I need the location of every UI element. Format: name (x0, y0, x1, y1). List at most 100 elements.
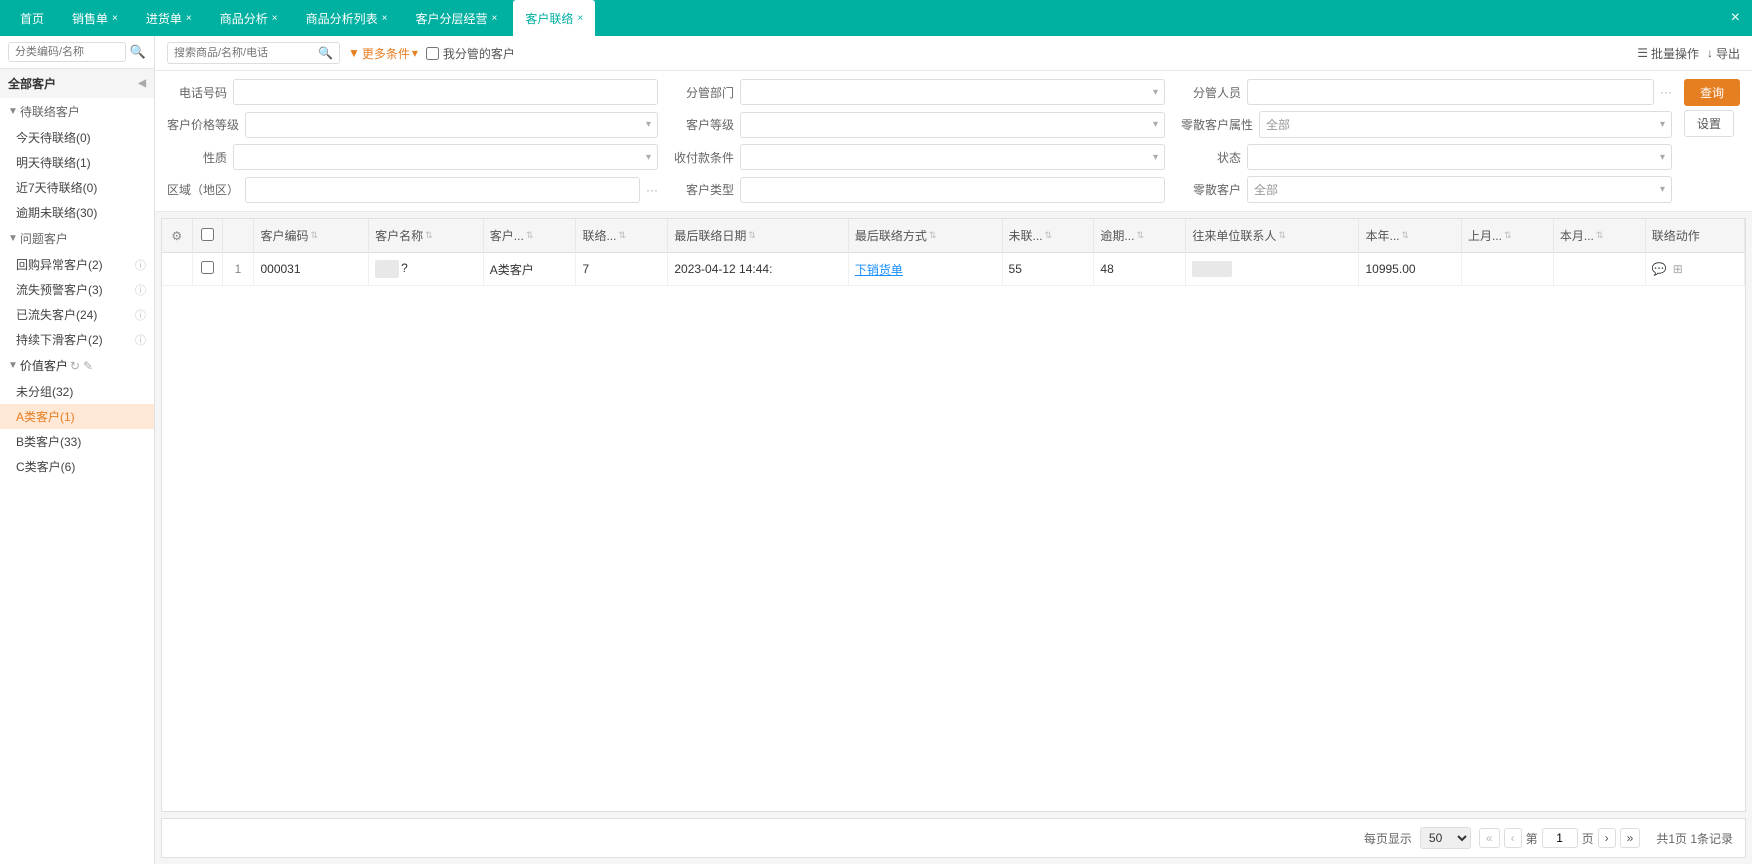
th-last-method[interactable]: 最后联络方式⇅ (848, 219, 1002, 253)
th-gear[interactable]: ⚙ (162, 219, 192, 253)
sidebar-item-declining[interactable]: 持续下滑客户(2) ⓘ (0, 327, 154, 352)
close-customer-contact-tab[interactable]: × (577, 13, 583, 24)
close-product-analysis-tab[interactable]: × (272, 13, 278, 24)
select-all-checkbox[interactable] (201, 228, 214, 241)
batch-op-button[interactable]: ☰ 批量操作 (1637, 45, 1699, 62)
pending-contact-group[interactable]: ▼ 待联络客户 (0, 98, 154, 125)
sort-icon: ⇅ (526, 230, 534, 241)
close-product-list-tab[interactable]: × (382, 13, 388, 24)
sidebar-item-c-class[interactable]: C类客户(6) (0, 454, 154, 479)
th-type[interactable]: 客户...⇅ (483, 219, 576, 253)
page-size-select[interactable]: 50 100 200 (1420, 827, 1471, 849)
nav-customer-contact[interactable]: 客户联络 × (513, 0, 595, 36)
filter-search-icon[interactable]: 🔍 (318, 46, 333, 60)
region-input[interactable] (245, 177, 640, 203)
setting-button[interactable]: 设置 (1684, 110, 1734, 137)
sidebar-item-a-class[interactable]: A类客户(1) (0, 404, 154, 429)
sort-icon: ⇅ (1504, 230, 1512, 241)
th-last-date[interactable]: 最后联络日期⇅ (668, 219, 849, 253)
status-select[interactable]: ▾ (1247, 144, 1672, 170)
filter-region: 区域（地区） ··· (167, 177, 658, 203)
more-conditions-btn[interactable]: ▼ 更多条件 ▾ (348, 45, 418, 62)
th-overdue[interactable]: 逾期...⇅ (1094, 219, 1186, 253)
customer-level-select[interactable]: ▾ (740, 112, 1165, 138)
customer-table: ⚙ 客户编码⇅ 客户名称⇅ 客户...⇅ 联络...⇅ 最后联络日期⇅ 最后联络… (162, 219, 1745, 286)
manager-dots[interactable]: ··· (1660, 85, 1672, 99)
filter-customer-type: 客户类型 (674, 177, 1165, 203)
filter-row-2: 客户价格等级 ▾ 客户等级 ▾ 零散客户属性 (167, 111, 1672, 138)
department-select[interactable]: ▾ (740, 79, 1165, 105)
th-name[interactable]: 客户名称⇅ (369, 219, 484, 253)
refresh-icon[interactable]: ↻ (70, 359, 80, 373)
first-page-btn[interactable]: « (1479, 828, 1500, 848)
row-checkbox[interactable] (201, 261, 214, 274)
sidebar-item-repurchase-abnormal[interactable]: 回购异常客户(2) ⓘ (0, 252, 154, 277)
info-icon: ⓘ (135, 332, 146, 348)
sidebar-item-7days[interactable]: 近7天待联络(0) (0, 175, 154, 200)
manager-input[interactable] (1247, 79, 1654, 105)
customer-type-input[interactable] (740, 177, 1165, 203)
retail-attr-select[interactable]: 全部 ▾ (1259, 111, 1672, 138)
close-purchase-tab[interactable]: × (186, 13, 192, 24)
th-checkbox[interactable] (192, 219, 222, 253)
th-this-month[interactable]: 本月...⇅ (1553, 219, 1645, 253)
nav-purchase[interactable]: 进货单 × (134, 0, 204, 36)
qr-icon[interactable]: ⊞ (1673, 262, 1683, 276)
sidebar-item-overdue[interactable]: 逾期未联络(30) (0, 200, 154, 225)
sidebar-item-unclassified[interactable]: 未分组(32) (0, 379, 154, 404)
edit-icon[interactable]: ✎ (83, 359, 93, 373)
data-table-area: ⚙ 客户编码⇅ 客户名称⇅ 客户...⇅ 联络...⇅ 最后联络日期⇅ 最后联络… (161, 218, 1746, 812)
close-all-tabs[interactable]: × (1731, 9, 1740, 27)
main-wrapper: 🔍 全部客户 ◀ ▼ 待联络客户 今天待联络(0) 明天待联络(1) 近7天待联… (0, 36, 1752, 864)
value-customers-group[interactable]: ▼ 价值客户 ↻ ✎ (0, 352, 154, 379)
last-page-btn[interactable]: » (1620, 828, 1641, 848)
sort-icon: ⇅ (425, 230, 433, 241)
export-button[interactable]: ↓ 导出 (1707, 45, 1740, 62)
nav-product-analysis[interactable]: 商品分析 × (208, 0, 290, 36)
prev-page-btn[interactable]: ‹ (1504, 828, 1522, 848)
close-sales-tab[interactable]: × (112, 13, 118, 24)
filter-row-3: 性质 ▾ 收付款条件 ▾ 状态 (167, 144, 1672, 170)
th-unit-contact[interactable]: 往来单位联系人⇅ (1186, 219, 1359, 253)
all-customers-header[interactable]: 全部客户 ◀ (0, 69, 154, 98)
table-row: 1 000031 ? A类客户 7 2023-04-12 14:44: 下销货单… (162, 253, 1745, 286)
filter-search-input[interactable] (174, 47, 314, 59)
sidebar-search-input[interactable] (8, 42, 126, 62)
last-method-link[interactable]: 下销货单 (855, 263, 903, 277)
payment-select[interactable]: ▾ (740, 144, 1165, 170)
nature-select[interactable]: ▾ (233, 144, 658, 170)
filter-fields: 电话号码 分管部门 ▾ 分管人员 ··· (167, 79, 1672, 203)
nav-sales[interactable]: 销售单 × (60, 0, 130, 36)
retail-customer-select[interactable]: 全部 ▾ (1247, 176, 1672, 203)
next-page-btn[interactable]: › (1598, 828, 1616, 848)
nav-product-list[interactable]: 商品分析列表 × (294, 0, 400, 36)
filter-retail-attr: 零散客户属性 全部 ▾ (1181, 111, 1672, 138)
th-this-year[interactable]: 本年...⇅ (1359, 219, 1461, 253)
query-button[interactable]: 查询 (1684, 79, 1740, 106)
phone-input[interactable] (233, 79, 658, 105)
td-name: ? (369, 253, 484, 286)
sidebar-item-churn-warning[interactable]: 流失预警客户(3) ⓘ (0, 277, 154, 302)
td-checkbox[interactable] (192, 253, 222, 286)
sidebar-item-b-class[interactable]: B类客户(33) (0, 429, 154, 454)
region-dots[interactable]: ··· (646, 183, 658, 197)
price-level-select[interactable]: ▾ (245, 112, 658, 138)
sidebar-search-icon[interactable]: 🔍 (130, 44, 146, 60)
th-no-contact[interactable]: 未联...⇅ (1002, 219, 1094, 253)
my-customers-checkbox[interactable] (426, 47, 439, 60)
filter-payment: 收付款条件 ▾ (674, 144, 1165, 170)
sidebar-item-today[interactable]: 今天待联络(0) (0, 125, 154, 150)
page-number-input[interactable] (1542, 828, 1578, 848)
sidebar-item-churned[interactable]: 已流失客户(24) ⓘ (0, 302, 154, 327)
nav-customer-segment[interactable]: 客户分层经营 × (403, 0, 509, 36)
sidebar-item-tomorrow[interactable]: 明天待联络(1) (0, 150, 154, 175)
message-icon[interactable]: 💬 (1652, 262, 1667, 276)
nav-home[interactable]: 首页 (8, 0, 56, 36)
th-contact[interactable]: 联络...⇅ (576, 219, 668, 253)
my-customers-filter[interactable]: 我分管的客户 (426, 45, 515, 62)
problem-customers-group[interactable]: ▼ 问题客户 (0, 225, 154, 252)
filter-department: 分管部门 ▾ (674, 79, 1165, 105)
th-code[interactable]: 客户编码⇅ (254, 219, 369, 253)
close-customer-segment-tab[interactable]: × (491, 13, 497, 24)
th-last-month[interactable]: 上月...⇅ (1461, 219, 1553, 253)
